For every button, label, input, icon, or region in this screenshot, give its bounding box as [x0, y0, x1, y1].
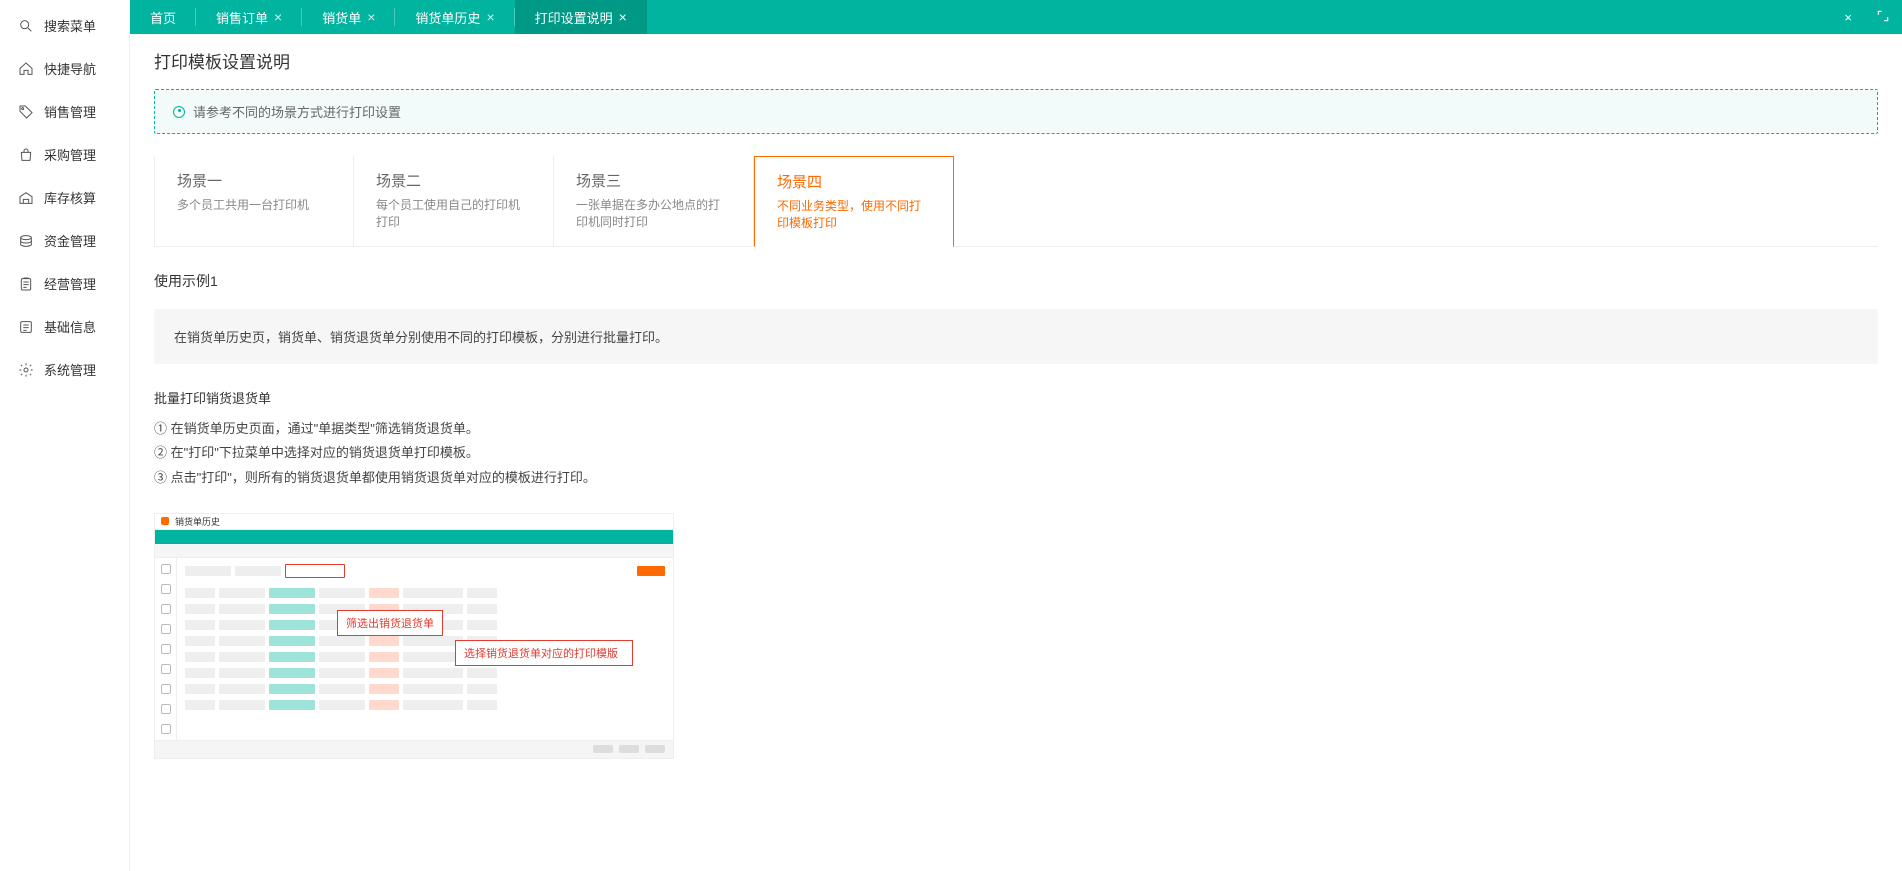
sidebar-item-label: 快捷导航 [44, 59, 96, 78]
tabbar-right-controls: × [1832, 0, 1902, 34]
sidebar: 搜索菜单 快捷导航 销售管理 采购管理 库存核算 资金管理 经营管理 基础信息 [0, 0, 130, 871]
info-icon [18, 319, 34, 335]
tabbar-expand-button[interactable] [1864, 0, 1902, 34]
sidebar-item-inventory[interactable]: 库存核算 [0, 176, 129, 219]
home-icon [18, 61, 34, 77]
tab-label: 首页 [150, 8, 176, 27]
illu-callout-1: 筛选出销货退货单 [337, 610, 443, 636]
clipboard-icon [18, 276, 34, 292]
scene-desc: 一张单据在多办公地点的打印机同时打印 [576, 197, 731, 231]
tab-sales-bill[interactable]: 销货单 × [302, 0, 395, 34]
scene-title: 场景二 [376, 170, 531, 191]
tabbar-close-all-button[interactable]: × [1832, 0, 1864, 34]
scene-tab-2[interactable]: 场景二 每个员工使用自己的打印机打印 [354, 156, 554, 246]
scene-desc: 每个员工使用自己的打印机打印 [376, 197, 531, 231]
scene-tab-1[interactable]: 场景一 多个员工共用一台打印机 [154, 156, 354, 246]
illu-callout-2: 选择销货退货单对应的打印模版 [455, 640, 633, 666]
sidebar-item-label: 销售管理 [44, 102, 96, 121]
sidebar-item-sales-mgmt[interactable]: 销售管理 [0, 90, 129, 133]
close-icon[interactable]: × [486, 10, 494, 24]
close-icon: × [1844, 10, 1852, 25]
illu-title: 销货单历史 [175, 515, 220, 528]
sidebar-item-label: 资金管理 [44, 231, 96, 250]
tab-label: 销货单历史 [415, 8, 480, 27]
hint-text: 请参考不同的场景方式进行打印设置 [193, 102, 401, 121]
close-icon[interactable]: × [274, 10, 282, 24]
coin-icon [18, 233, 34, 249]
expand-icon [1876, 9, 1890, 26]
close-icon[interactable]: × [619, 10, 627, 24]
main-area: 首页 销售订单 × 销货单 × 销货单历史 × 打印设置说明 × × [130, 0, 1902, 871]
page-title: 打印模板设置说明 [154, 48, 1878, 73]
scene-title: 场景三 [576, 170, 731, 191]
sidebar-item-label: 基础信息 [44, 317, 96, 336]
close-icon[interactable]: × [367, 10, 375, 24]
sidebar-item-label: 系统管理 [44, 360, 96, 379]
tabbar: 首页 销售订单 × 销货单 × 销货单历史 × 打印设置说明 × × [130, 0, 1902, 34]
step-1: ① 在销货单历史页面，通过"单据类型"筛选销货退货单。 [154, 417, 1878, 442]
tab-label: 打印设置说明 [535, 8, 613, 27]
sidebar-item-quick-nav[interactable]: 快捷导航 [0, 47, 129, 90]
scene-title: 场景一 [177, 170, 331, 191]
sidebar-item-operation-mgmt[interactable]: 经营管理 [0, 262, 129, 305]
tab-label: 销售订单 [216, 8, 268, 27]
gear-icon [18, 362, 34, 378]
tab-sales-order[interactable]: 销售订单 × [196, 0, 302, 34]
sidebar-item-label: 库存核算 [44, 188, 96, 207]
page-content: 打印模板设置说明 请参考不同的场景方式进行打印设置 场景一 多个员工共用一台打印… [130, 34, 1902, 871]
scene-desc: 不同业务类型，使用不同打印模板打印 [777, 198, 931, 232]
example-intro: 在销货单历史页，销货单、销货退货单分别使用不同的打印模板，分别进行批量打印。 [154, 309, 1878, 364]
step-3: ③ 点击"打印"，则所有的销货退货单都使用销货退货单对应的模板进行打印。 [154, 466, 1878, 491]
step-2: ② 在"打印"下拉菜单中选择对应的销货退货单打印模板。 [154, 441, 1878, 466]
sidebar-item-label: 采购管理 [44, 145, 96, 164]
tab-label: 销货单 [322, 8, 361, 27]
scene-desc: 多个员工共用一台打印机 [177, 197, 331, 214]
scene-tab-3[interactable]: 场景三 一张单据在多办公地点的打印机同时打印 [554, 156, 754, 246]
warehouse-icon [18, 190, 34, 206]
sidebar-item-label: 搜索菜单 [44, 16, 96, 35]
scene-tabs: 场景一 多个员工共用一台打印机 场景二 每个员工使用自己的打印机打印 场景三 一… [154, 156, 1878, 247]
scene-title: 场景四 [777, 171, 931, 192]
illustration-screenshot: 销货单历史 [154, 513, 674, 759]
steps-list: ① 在销货单历史页面，通过"单据类型"筛选销货退货单。 ② 在"打印"下拉菜单中… [154, 417, 1878, 491]
example-heading: 使用示例1 [154, 271, 1878, 291]
sidebar-item-search[interactable]: 搜索菜单 [0, 4, 129, 47]
sidebar-item-purchase-mgmt[interactable]: 采购管理 [0, 133, 129, 176]
sidebar-item-label: 经营管理 [44, 274, 96, 293]
scene-tab-4[interactable]: 场景四 不同业务类型，使用不同打印模板打印 [754, 156, 954, 247]
sidebar-item-system-mgmt[interactable]: 系统管理 [0, 348, 129, 391]
tab-sales-bill-history[interactable]: 销货单历史 × [395, 0, 514, 34]
hint-icon [173, 106, 185, 118]
sidebar-item-basic-info[interactable]: 基础信息 [0, 305, 129, 348]
bag-icon [18, 147, 34, 163]
tab-print-setup-desc[interactable]: 打印设置说明 × [515, 0, 647, 34]
hint-banner: 请参考不同的场景方式进行打印设置 [154, 89, 1878, 134]
sidebar-item-finance[interactable]: 资金管理 [0, 219, 129, 262]
search-icon [18, 18, 34, 34]
tab-home[interactable]: 首页 [130, 0, 196, 34]
tag-icon [18, 104, 34, 120]
sub-heading: 批量打印销货退货单 [154, 388, 1878, 407]
